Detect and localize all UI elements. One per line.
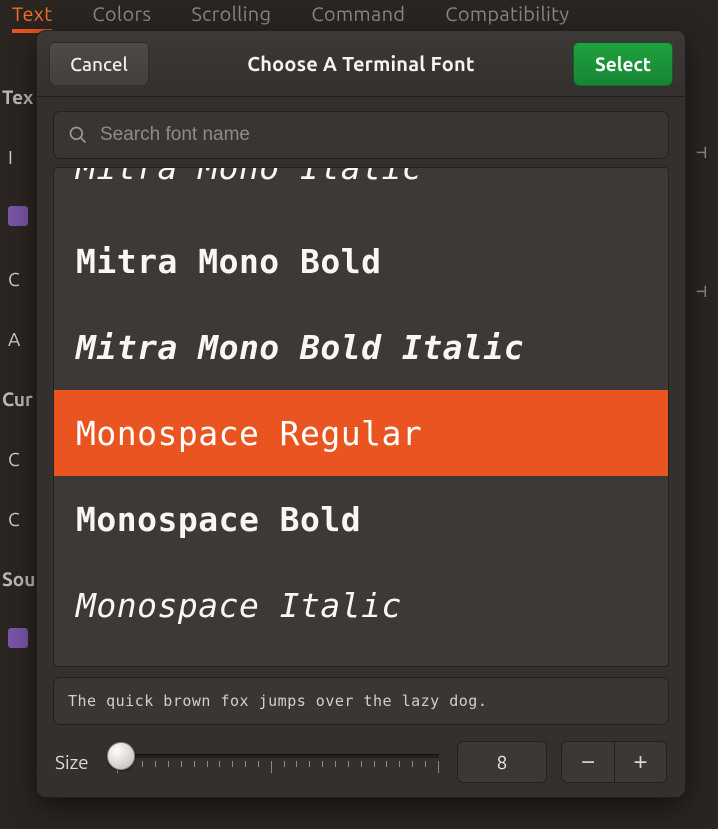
font-item-label: Mitra Mono Bold [76, 242, 382, 281]
font-item-label: Mitra Mono Bold Italic [76, 328, 524, 367]
tab-text[interactable]: Text [12, 0, 52, 33]
size-row: Size 8 − + [53, 741, 669, 789]
size-value[interactable]: 8 [457, 741, 547, 783]
size-decrease-button[interactable]: − [562, 742, 614, 783]
font-preview: The quick brown fox jumps over the lazy … [53, 677, 669, 725]
tab-command[interactable]: Command [311, 0, 405, 25]
color-swatch-icon [8, 628, 28, 648]
cancel-button[interactable]: Cancel [49, 42, 149, 86]
tab-scrolling[interactable]: Scrolling [191, 0, 271, 25]
size-stepper: − + [561, 741, 667, 783]
font-item-label: Mitra Mono Italic [76, 167, 422, 187]
search-input[interactable] [100, 124, 654, 146]
search-icon [68, 125, 88, 145]
font-item[interactable]: Mitra Mono Italic [54, 167, 668, 218]
font-item[interactable]: Monospace Italic [54, 562, 668, 648]
font-item-label: Monospace Bold [76, 500, 361, 539]
tab-compatibility[interactable]: Compatibility [445, 0, 569, 25]
select-button[interactable]: Select [573, 42, 673, 86]
color-swatch-icon [8, 206, 28, 226]
font-item[interactable]: Mitra Mono Bold [54, 218, 668, 304]
font-item[interactable]: Monospace Bold [54, 476, 668, 562]
tab-colors[interactable]: Colors [92, 0, 151, 25]
dialog-header: Cancel Choose A Terminal Font Select [37, 31, 685, 97]
font-item-label: Monospace Italic [76, 586, 402, 625]
font-item[interactable]: Monospace Regular [54, 390, 668, 476]
font-item-label: Monospace Regular [76, 414, 422, 453]
font-item[interactable]: Mitra Mono Bold Italic [54, 304, 668, 390]
slider-thumb-icon[interactable] [107, 742, 135, 770]
dialog-title: Choose A Terminal Font [149, 52, 573, 75]
font-chooser-dialog: Cancel Choose A Terminal Font Select Mit… [36, 30, 686, 798]
size-slider[interactable] [103, 743, 443, 781]
size-label: Size [55, 751, 89, 773]
font-list[interactable]: Mitra Mono Italic Mitra Mono Bold Mitra Mo… [53, 167, 669, 667]
size-increase-button[interactable]: + [614, 742, 666, 783]
search-field[interactable] [53, 111, 669, 159]
